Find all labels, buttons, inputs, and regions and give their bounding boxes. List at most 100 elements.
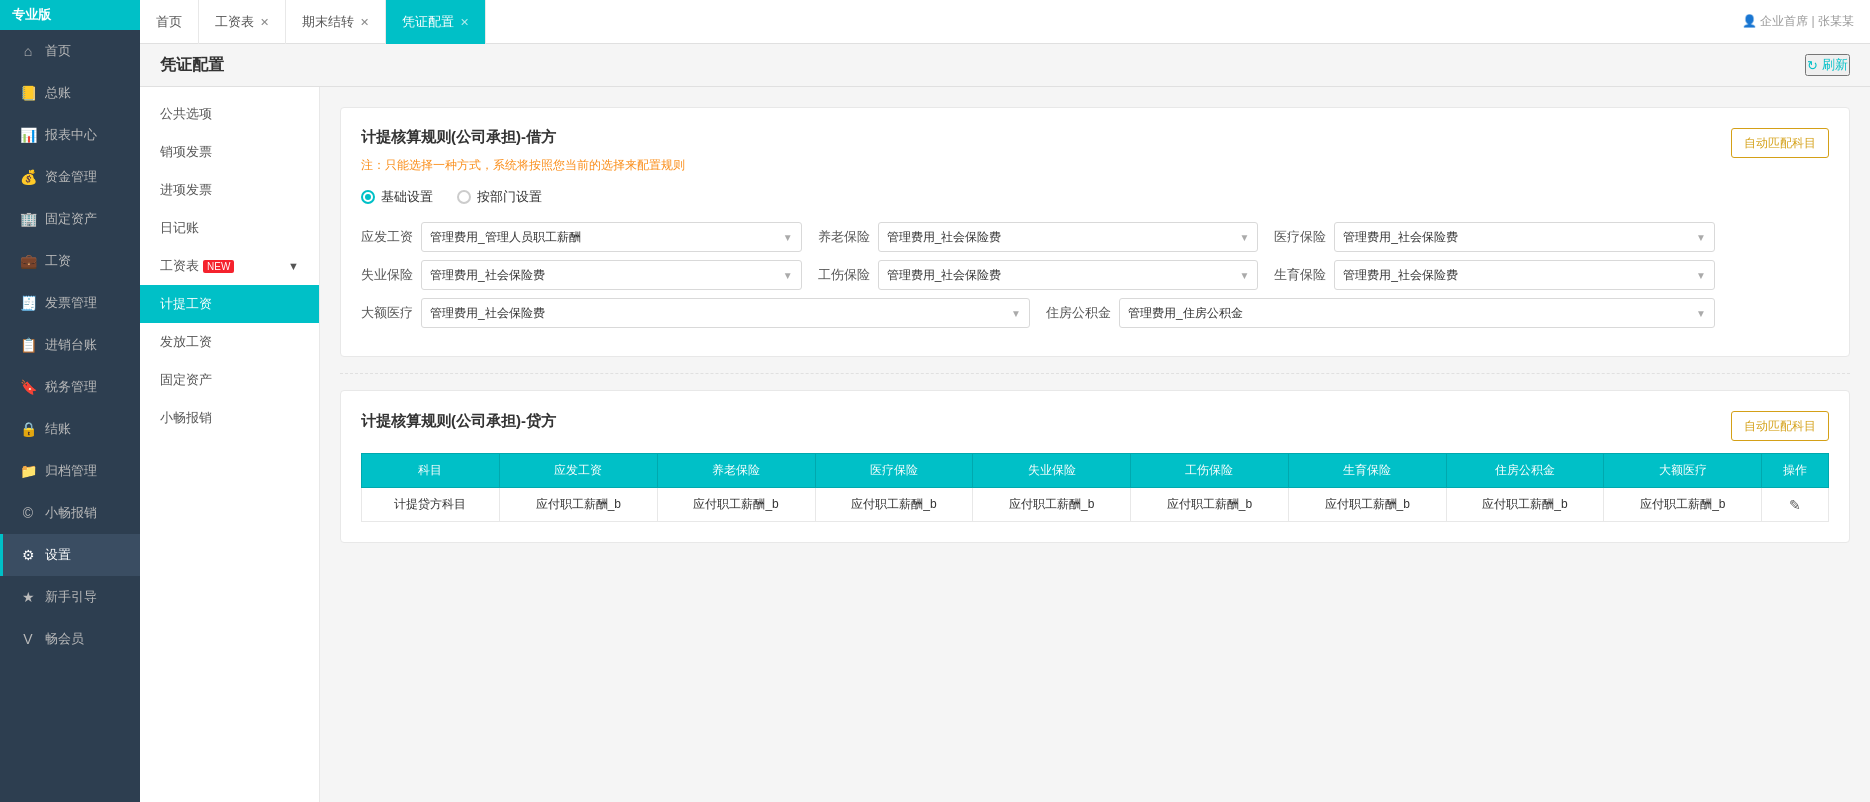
left-nav-item-public[interactable]: 公共选项 bbox=[140, 95, 319, 133]
sidebar-item-archive[interactable]: 📁 归档管理 bbox=[0, 450, 140, 492]
sidebar-label-ledger: 总账 bbox=[45, 84, 71, 102]
sidebar-item-xiaochang[interactable]: © 小畅报销 bbox=[0, 492, 140, 534]
tab-period[interactable]: 期末结转✕ bbox=[286, 0, 386, 44]
sidebar-label-sales: 进销台账 bbox=[45, 336, 97, 354]
col-header-8: 大额医疗 bbox=[1604, 454, 1762, 488]
select-ylbx[interactable]: 管理费用_社会保险费 ▼ bbox=[878, 222, 1259, 252]
left-nav-item-sales_invoice[interactable]: 销项发票 bbox=[140, 133, 319, 171]
left-nav-item-calc_salary[interactable]: 计提工资 bbox=[140, 285, 319, 323]
tab-close-payroll[interactable]: ✕ bbox=[260, 16, 269, 29]
select-gsbx-value: 管理费用_社会保险费 bbox=[887, 267, 1240, 284]
sidebar-item-vip[interactable]: V 畅会员 bbox=[0, 618, 140, 660]
sidebar-item-tax[interactable]: 🔖 税务管理 bbox=[0, 366, 140, 408]
label-sybx: 失业保险 bbox=[361, 266, 413, 284]
sidebar-item-ledger[interactable]: 📒 总账 bbox=[0, 72, 140, 114]
debit-section-title: 计提核算规则(公司承担)-借方 bbox=[361, 128, 1715, 147]
table-cell-0-1: 应付职工薪酬_b bbox=[499, 488, 657, 522]
left-nav-label-payroll_table: 工资表NEW bbox=[160, 257, 234, 275]
tab-close-period[interactable]: ✕ bbox=[360, 16, 369, 29]
select-sybx-value: 管理费用_社会保险费 bbox=[430, 267, 783, 284]
brand-logo: 专业版 bbox=[0, 0, 140, 30]
debit-fields-row2: 失业保险 管理费用_社会保险费 ▼ 工伤保险 管理费用_社会保险费 bbox=[361, 260, 1715, 290]
sidebar-icon-vip: V bbox=[19, 631, 37, 647]
sidebar-item-close[interactable]: 🔒 结账 bbox=[0, 408, 140, 450]
select-zfgjj-value: 管理费用_住房公积金 bbox=[1128, 305, 1696, 322]
field-zfgjj: 住房公积金 管理费用_住房公积金 ▼ bbox=[1046, 298, 1715, 328]
select-gsbx-arrow: ▼ bbox=[1239, 270, 1249, 281]
tab-voucher[interactable]: 凭证配置 ✕ bbox=[386, 0, 486, 44]
select-ylbx2[interactable]: 管理费用_社会保险费 ▼ bbox=[1334, 222, 1715, 252]
left-nav-item-purchase_invoice[interactable]: 进项发票 bbox=[140, 171, 319, 209]
select-zfgjj-arrow: ▼ bbox=[1696, 308, 1706, 319]
page-title: 凭证配置 bbox=[160, 55, 224, 76]
sidebar-item-fund[interactable]: 💰 资金管理 bbox=[0, 156, 140, 198]
sidebar-item-guide[interactable]: ★ 新手引导 bbox=[0, 576, 140, 618]
left-nav-item-xiaochang2[interactable]: 小畅报销 bbox=[140, 399, 319, 437]
sidebar-item-salary[interactable]: 💼 工资 bbox=[0, 240, 140, 282]
sidebar-item-invoice[interactable]: 🧾 发票管理 bbox=[0, 282, 140, 324]
tab-payroll[interactable]: 工资表 ✕ bbox=[199, 0, 286, 44]
sidebar-icon-invoice: 🧾 bbox=[19, 295, 37, 311]
left-nav-item-pay_salary[interactable]: 发放工资 bbox=[140, 323, 319, 361]
sidebar-label-vip: 畅会员 bbox=[45, 630, 84, 648]
select-sybx-arrow: ▼ bbox=[783, 270, 793, 281]
sidebar-label-tax: 税务管理 bbox=[45, 378, 97, 396]
debit-section-notice: 注：只能选择一种方式，系统将按照您当前的选择来配置规则 bbox=[361, 157, 1715, 174]
radio-dept[interactable]: 按部门设置 bbox=[457, 188, 542, 206]
label-yfgz: 应发工资 bbox=[361, 228, 413, 246]
right-content: 计提核算规则(公司承担)-借方 注：只能选择一种方式，系统将按照您当前的选择来配… bbox=[320, 87, 1870, 802]
radio-circle-dept bbox=[457, 190, 471, 204]
sidebar-item-sales[interactable]: 📋 进销台账 bbox=[0, 324, 140, 366]
new-badge-payroll_table: NEW bbox=[203, 260, 234, 273]
field-ylbx: 养老保险 管理费用_社会保险费 ▼ bbox=[818, 222, 1259, 252]
refresh-button[interactable]: ↻ 刷新 bbox=[1805, 54, 1850, 76]
left-nav-item-journal[interactable]: 日记账 bbox=[140, 209, 319, 247]
col-header-0: 科目 bbox=[362, 454, 500, 488]
radio-dot-basic bbox=[365, 194, 371, 200]
edit-icon-0[interactable]: ✎ bbox=[1789, 497, 1801, 513]
sidebar-item-home[interactable]: ⌂ 首页 bbox=[0, 30, 140, 72]
select-yfgz[interactable]: 管理费用_管理人员职工薪酬 ▼ bbox=[421, 222, 802, 252]
sidebar-label-close: 结账 bbox=[45, 420, 71, 438]
sidebar-item-asset[interactable]: 🏢 固定资产 bbox=[0, 198, 140, 240]
sidebar-item-report[interactable]: 📊 报表中心 bbox=[0, 114, 140, 156]
table-cell-0-3: 应付职工薪酬_b bbox=[815, 488, 973, 522]
sidebar-item-settings[interactable]: ⚙ 设置 bbox=[0, 534, 140, 576]
debit-section: 计提核算规则(公司承担)-借方 注：只能选择一种方式，系统将按照您当前的选择来配… bbox=[340, 107, 1850, 357]
select-gsbx[interactable]: 管理费用_社会保险费 ▼ bbox=[878, 260, 1259, 290]
left-nav-item-fixed_asset[interactable]: 固定资产 bbox=[140, 361, 319, 399]
credit-auto-match-button[interactable]: 自动匹配科目 bbox=[1731, 411, 1829, 441]
tab-home[interactable]: 首页 bbox=[140, 0, 199, 44]
sidebar-icon-fund: 💰 bbox=[19, 169, 37, 185]
left-nav-label-purchase_invoice: 进项发票 bbox=[160, 181, 212, 199]
table-cell-0-9[interactable]: ✎ bbox=[1762, 488, 1829, 522]
brand-text: 专业版 bbox=[12, 6, 51, 24]
sidebar-icon-tax: 🔖 bbox=[19, 379, 37, 395]
select-zfgjj[interactable]: 管理费用_住房公积金 ▼ bbox=[1119, 298, 1715, 328]
tab-label-payroll: 工资表 bbox=[215, 13, 254, 31]
debit-auto-match-button[interactable]: 自动匹配科目 bbox=[1731, 128, 1829, 158]
field-deyf: 大额医疗 管理费用_社会保险费 ▼ bbox=[361, 298, 1030, 328]
left-nav-label-journal: 日记账 bbox=[160, 219, 199, 237]
sidebar-label-invoice: 发票管理 bbox=[45, 294, 97, 312]
tab-label-voucher: 凭证配置 bbox=[402, 13, 454, 31]
select-sybx2[interactable]: 管理费用_社会保险费 ▼ bbox=[1334, 260, 1715, 290]
table-cell-0-7: 应付职工薪酬_b bbox=[1446, 488, 1604, 522]
select-sybx[interactable]: 管理费用_社会保险费 ▼ bbox=[421, 260, 802, 290]
left-nav-label-pay_salary: 发放工资 bbox=[160, 333, 212, 351]
radio-basic[interactable]: 基础设置 bbox=[361, 188, 433, 206]
select-deyf-value: 管理费用_社会保险费 bbox=[430, 305, 1011, 322]
left-nav-label-sales_invoice: 销项发票 bbox=[160, 143, 212, 161]
left-nav-item-payroll_table[interactable]: 工资表NEW▼ bbox=[140, 247, 319, 285]
sidebar-icon-guide: ★ bbox=[19, 589, 37, 605]
section-divider bbox=[340, 373, 1850, 374]
field-sybx: 失业保险 管理费用_社会保险费 ▼ bbox=[361, 260, 802, 290]
sidebar-icon-salary: 💼 bbox=[19, 253, 37, 269]
tab-close-voucher[interactable]: ✕ bbox=[460, 16, 469, 29]
sidebar-label-settings: 设置 bbox=[45, 546, 71, 564]
sidebar-label-report: 报表中心 bbox=[45, 126, 97, 144]
credit-section-title: 计提核算规则(公司承担)-贷方 bbox=[361, 412, 556, 431]
field-ylbx2: 医疗保险 管理费用_社会保险费 ▼ bbox=[1274, 222, 1715, 252]
select-deyf[interactable]: 管理费用_社会保险费 ▼ bbox=[421, 298, 1030, 328]
table-cell-0-2: 应付职工薪酬_b bbox=[657, 488, 815, 522]
